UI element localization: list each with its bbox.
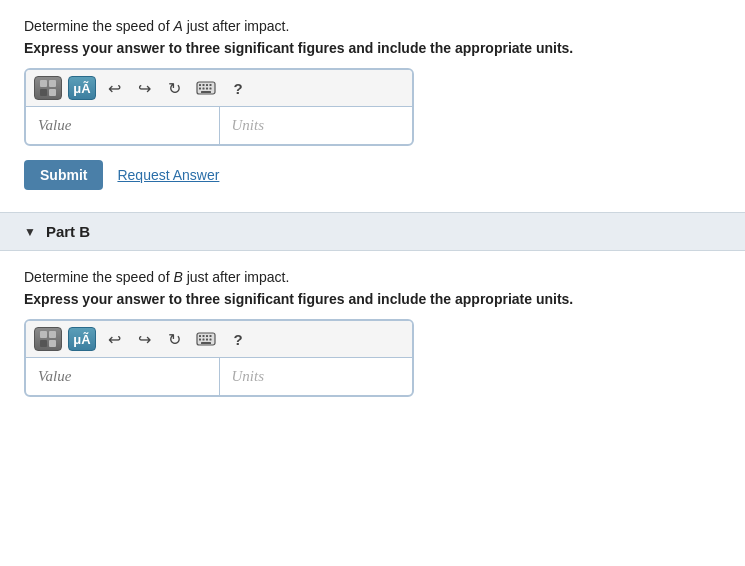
svg-rect-23 <box>199 339 201 341</box>
submit-button[interactable]: Submit <box>24 160 103 190</box>
svg-rect-9 <box>199 88 201 90</box>
svg-rect-8 <box>210 84 212 86</box>
svg-rect-5 <box>199 84 201 86</box>
part-a-grid-icon-button[interactable] <box>34 76 62 100</box>
part-a-value-cell[interactable] <box>26 107 220 144</box>
part-a-refresh-button[interactable]: ↻ <box>162 76 186 100</box>
svg-rect-7 <box>206 84 208 86</box>
part-b-redo-button[interactable]: ↪ <box>132 327 156 351</box>
part-b-units-text: Units <box>232 368 265 384</box>
svg-rect-24 <box>203 339 205 341</box>
part-a-instruction: Express your answer to three significant… <box>24 40 721 56</box>
part-b-refresh-button[interactable]: ↻ <box>162 327 186 351</box>
svg-rect-19 <box>199 335 201 337</box>
part-b-arrow[interactable]: ▼ <box>24 225 36 239</box>
svg-rect-16 <box>40 340 47 347</box>
svg-rect-27 <box>201 342 211 344</box>
part-a-actions: Submit Request Answer <box>24 160 721 190</box>
part-b-input-row: Units <box>26 358 412 395</box>
part-b-answer-box: μÃ ↩ ↪ ↻ ? <box>24 319 414 397</box>
part-b-units-cell[interactable]: Units <box>220 358 413 395</box>
part-a-question: Determine the speed of A just after impa… <box>24 18 721 34</box>
svg-rect-10 <box>203 88 205 90</box>
part-b-keyboard-button[interactable] <box>192 327 220 351</box>
part-b-mu-button[interactable]: μÃ <box>68 327 96 351</box>
part-a-keyboard-button[interactable] <box>192 76 220 100</box>
part-a-answer-box: μÃ ↩ ↪ ↻ ? <box>24 68 414 146</box>
part-b-value-cell[interactable] <box>26 358 220 395</box>
svg-rect-12 <box>210 88 212 90</box>
part-a-help-button[interactable]: ? <box>226 76 250 100</box>
svg-rect-3 <box>49 89 56 96</box>
request-answer-button[interactable]: Request Answer <box>117 167 219 183</box>
part-b-value-input[interactable] <box>38 368 207 385</box>
part-a-toolbar: μÃ ↩ ↪ ↻ ? <box>26 70 412 107</box>
svg-rect-26 <box>210 339 212 341</box>
svg-rect-22 <box>210 335 212 337</box>
svg-rect-2 <box>40 89 47 96</box>
svg-rect-6 <box>203 84 205 86</box>
svg-rect-20 <box>203 335 205 337</box>
svg-rect-14 <box>40 331 47 338</box>
part-b-toolbar: μÃ ↩ ↪ ↻ ? <box>26 321 412 358</box>
part-a-value-input[interactable] <box>38 117 207 134</box>
part-b-label: Part B <box>46 223 90 240</box>
part-b-question: Determine the speed of B just after impa… <box>24 269 721 285</box>
part-a-units-text: Units <box>232 117 265 133</box>
svg-rect-11 <box>206 88 208 90</box>
part-a-redo-button[interactable]: ↪ <box>132 76 156 100</box>
svg-rect-1 <box>49 80 56 87</box>
part-b-grid-icon-button[interactable] <box>34 327 62 351</box>
part-a-undo-button[interactable]: ↩ <box>102 76 126 100</box>
svg-rect-15 <box>49 331 56 338</box>
part-a-input-row: Units <box>26 107 412 144</box>
part-a-mu-button[interactable]: μÃ <box>68 76 96 100</box>
svg-rect-21 <box>206 335 208 337</box>
part-b-section-header: ▼ Part B <box>0 212 745 251</box>
part-b-instruction: Express your answer to three significant… <box>24 291 721 307</box>
svg-rect-13 <box>201 91 211 93</box>
svg-rect-17 <box>49 340 56 347</box>
part-b-undo-button[interactable]: ↩ <box>102 327 126 351</box>
part-a-units-cell[interactable]: Units <box>220 107 413 144</box>
svg-rect-0 <box>40 80 47 87</box>
part-b-help-button[interactable]: ? <box>226 327 250 351</box>
svg-rect-25 <box>206 339 208 341</box>
